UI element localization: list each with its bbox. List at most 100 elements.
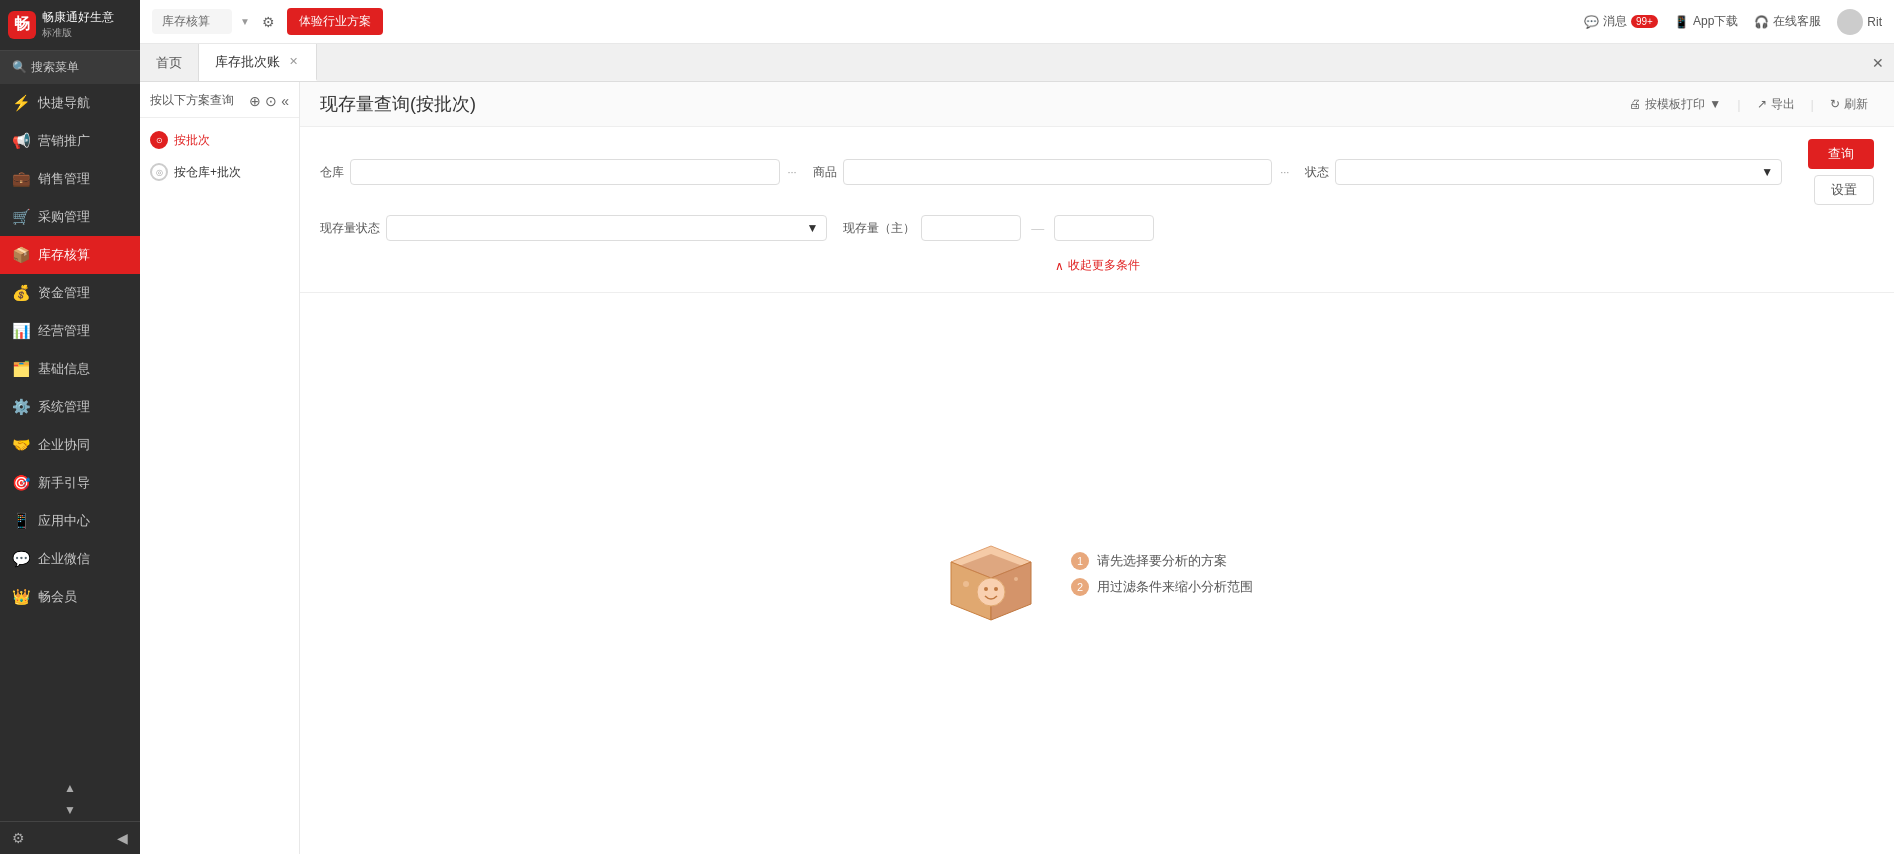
product-label: 商品 xyxy=(813,164,837,181)
search-icon: 🔍 xyxy=(12,60,27,74)
instruction-item-1: 1 请先选择要分析的方案 xyxy=(1071,552,1253,570)
stock-qty-to-input[interactable] xyxy=(1054,215,1154,241)
sidebar-item-label: 营销推广 xyxy=(38,132,90,150)
sidebar-item-basic[interactable]: 🗂️ 基础信息 xyxy=(0,350,140,388)
experience-btn[interactable]: 体验行业方案 xyxy=(287,8,383,35)
message-icon: 💬 xyxy=(1584,15,1599,29)
newbie-icon: 🎯 xyxy=(12,474,30,492)
query-btn[interactable]: 查询 xyxy=(1808,139,1874,169)
finance-icon: 💰 xyxy=(12,284,30,302)
collapse-scheme-icon[interactable]: « xyxy=(281,93,289,109)
product-input[interactable] xyxy=(843,159,1273,185)
messages-badge: 99+ xyxy=(1631,15,1658,28)
settings-scheme-icon[interactable]: ⊙ xyxy=(265,93,277,109)
app-download-item[interactable]: 📱 App下载 xyxy=(1674,13,1738,30)
sidebar-item-label: 畅会员 xyxy=(38,588,77,606)
app-info: 畅康通好生意 标准版 xyxy=(42,10,114,40)
refresh-icon: ↻ xyxy=(1830,97,1840,111)
filter-settings-btn[interactable]: 设置 xyxy=(1814,175,1874,205)
search-menu-item[interactable]: 🔍 搜索菜单 xyxy=(0,51,140,84)
instruction-item-2: 2 用过滤条件来缩小分析范围 xyxy=(1071,578,1253,596)
inventory-batch-tab-label: 库存批次账 xyxy=(215,53,280,71)
breadcrumb-chevron-icon[interactable]: ▼ xyxy=(240,16,250,27)
empty-instructions: 1 请先选择要分析的方案 2 用过滤条件来缩小分析范围 xyxy=(1071,552,1253,596)
sidebar-item-purchase[interactable]: 🛒 采购管理 xyxy=(0,198,140,236)
sidebar-item-apps[interactable]: 📱 应用中心 xyxy=(0,502,140,540)
sidebar-item-label: 采购管理 xyxy=(38,208,90,226)
breadcrumb: 库存核算 xyxy=(152,9,232,34)
sidebar-item-quick-nav[interactable]: ⚡ 快捷导航 xyxy=(0,84,140,122)
topbar: 库存核算 ▼ ⚙ 体验行业方案 💬 消息 99+ 📱 App下载 🎧 在线客服 … xyxy=(140,0,1894,44)
svg-point-6 xyxy=(994,587,998,591)
tab-close-icon[interactable]: ✕ xyxy=(286,55,300,69)
warehouse-input[interactable] xyxy=(350,159,780,185)
sidebar-scroll-up[interactable]: ▲ xyxy=(0,777,140,799)
sidebar-item-wechat[interactable]: 💬 企业微信 xyxy=(0,540,140,578)
refresh-btn[interactable]: ↻ 刷新 xyxy=(1824,93,1874,116)
svg-point-5 xyxy=(984,587,988,591)
filter-row-1: 仓库 ··· 商品 ··· 状态 ▼ xyxy=(320,139,1874,205)
online-support-item[interactable]: 🎧 在线客服 xyxy=(1754,13,1821,30)
tab-inventory-batch[interactable]: 库存批次账 ✕ xyxy=(199,44,317,81)
sidebar-item-sales[interactable]: 💼 销售管理 xyxy=(0,160,140,198)
topbar-gear-icon[interactable]: ⚙ xyxy=(258,10,279,34)
content-area: 按以下方案查询 ⊕ ⊙ « ⊙ 按批次 ◎ 按仓库+批次 xyxy=(140,82,1894,854)
warehouse-more-icon[interactable]: ··· xyxy=(788,166,797,178)
sidebar-header: 畅 畅康通好生意 标准版 xyxy=(0,0,140,51)
scheme-header: 按以下方案查询 ⊕ ⊙ « xyxy=(140,82,299,118)
stock-qty-from-input[interactable] xyxy=(921,215,1021,241)
instruction-num-1: 1 xyxy=(1071,552,1089,570)
close-all-icon: ✕ xyxy=(1872,55,1884,71)
tabbar-close-btn[interactable]: ✕ xyxy=(1862,44,1894,81)
sidebar-item-label: 基础信息 xyxy=(38,360,90,378)
sidebar-item-marketing[interactable]: 📢 营销推广 xyxy=(0,122,140,160)
empty-illustration xyxy=(941,524,1041,624)
collapse-filter-btn[interactable]: ∧ 收起更多条件 xyxy=(320,251,1874,280)
messages-item[interactable]: 💬 消息 99+ xyxy=(1584,13,1658,30)
scheme-item-label: 按仓库+批次 xyxy=(174,164,241,181)
sidebar-item-system[interactable]: ⚙️ 系统管理 xyxy=(0,388,140,426)
sidebar-item-label: 企业微信 xyxy=(38,550,90,568)
stock-status-label: 现存量状态 xyxy=(320,220,380,237)
settings-footer-icon[interactable]: ⚙ xyxy=(12,830,25,846)
page-title: 现存量查询(按批次) xyxy=(320,92,476,116)
user-item[interactable]: Rit xyxy=(1837,9,1882,35)
right-panel: 现存量查询(按批次) 🖨 按模板打印 ▼ | ↗ 导出 | ↻ xyxy=(300,82,1894,854)
scheme-item-by-warehouse-batch[interactable]: ◎ 按仓库+批次 xyxy=(140,156,299,188)
collapse-sidebar-icon[interactable]: ◀ xyxy=(117,830,128,846)
print-btn[interactable]: 🖨 按模板打印 ▼ xyxy=(1623,93,1727,116)
export-icon: ↗ xyxy=(1757,97,1767,111)
add-scheme-icon[interactable]: ⊕ xyxy=(249,93,261,109)
export-btn[interactable]: ↗ 导出 xyxy=(1751,93,1801,116)
status-select[interactable]: ▼ xyxy=(1335,159,1782,185)
sidebar-item-label: 经营管理 xyxy=(38,322,90,340)
filter-stock-qty: 现存量（主） — xyxy=(843,215,1350,241)
sidebar-footer: ⚙ ◀ xyxy=(0,821,140,854)
sidebar-item-cooperation[interactable]: 🤝 企业协同 xyxy=(0,426,140,464)
sidebar-item-label: 资金管理 xyxy=(38,284,90,302)
scroll-up-icon: ▲ xyxy=(64,781,76,795)
stock-qty-dash: — xyxy=(1031,221,1044,236)
home-tab-label: 首页 xyxy=(156,54,182,72)
tab-home[interactable]: 首页 xyxy=(140,44,199,81)
inventory-icon: 📦 xyxy=(12,246,30,264)
sidebar-item-inventory[interactable]: 📦 库存核算 xyxy=(0,236,140,274)
topbar-right: 💬 消息 99+ 📱 App下载 🎧 在线客服 Rit xyxy=(1584,9,1882,35)
sidebar-item-member[interactable]: 👑 畅会员 xyxy=(0,578,140,616)
product-more-icon[interactable]: ··· xyxy=(1280,166,1289,178)
print-dropdown-icon[interactable]: ▼ xyxy=(1709,97,1721,111)
cooperation-icon: 🤝 xyxy=(12,436,30,454)
scheme-icon-by-batch: ⊙ xyxy=(150,131,168,149)
sidebar-scroll-down[interactable]: ▼ xyxy=(0,799,140,821)
filter-bar: 仓库 ··· 商品 ··· 状态 ▼ xyxy=(300,127,1894,293)
status-label: 状态 xyxy=(1305,164,1329,181)
stock-status-select[interactable]: ▼ xyxy=(386,215,827,241)
sidebar-item-operations[interactable]: 📊 经营管理 xyxy=(0,312,140,350)
sidebar-item-finance[interactable]: 💰 资金管理 xyxy=(0,274,140,312)
sales-icon: 💼 xyxy=(12,170,30,188)
sidebar-item-newbie[interactable]: 🎯 新手引导 xyxy=(0,464,140,502)
sidebar: 畅 畅康通好生意 标准版 🔍 搜索菜单 ⚡ 快捷导航 📢 营销推广 💼 销售管理… xyxy=(0,0,140,854)
scheme-item-by-batch[interactable]: ⊙ 按批次 xyxy=(140,124,299,156)
user-avatar xyxy=(1837,9,1863,35)
search-menu-label: 搜索菜单 xyxy=(31,59,79,76)
